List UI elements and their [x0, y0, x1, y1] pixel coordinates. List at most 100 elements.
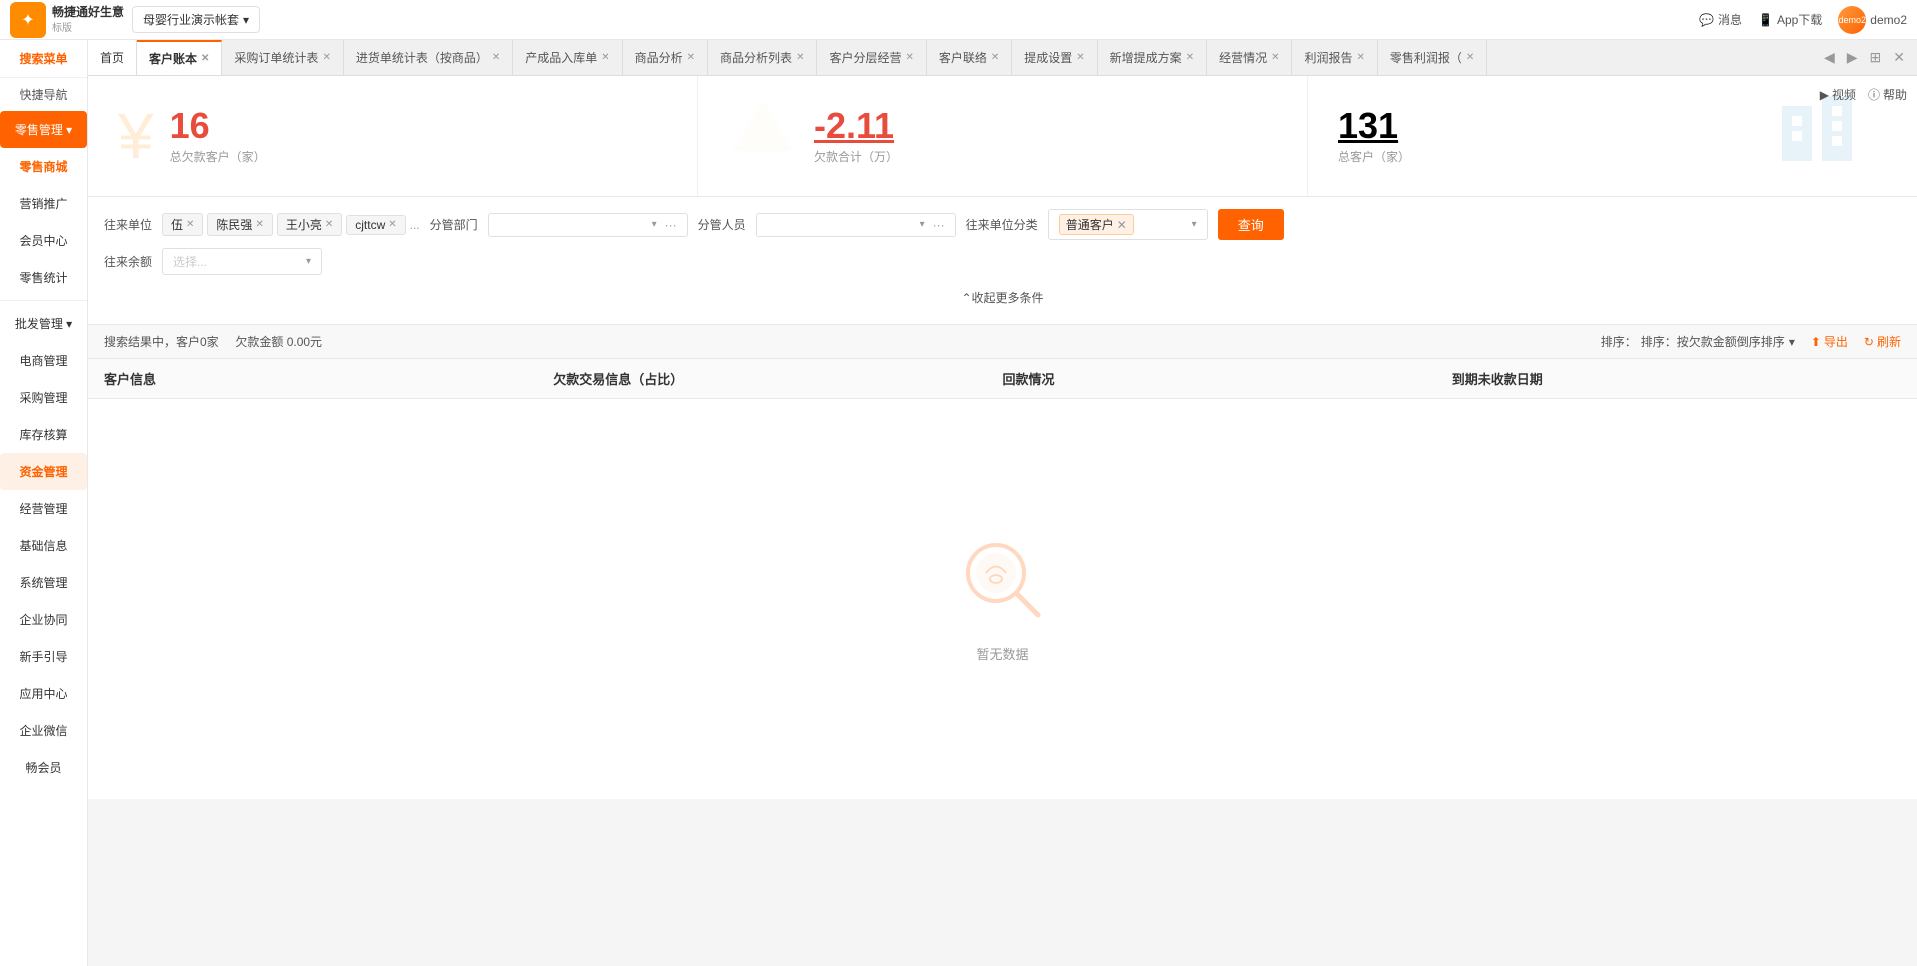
logo-sub: 标版 [52, 19, 124, 34]
tab-new-commission[interactable]: 新增提成方案 ✕ [1098, 40, 1207, 76]
avatar: demo2 [1838, 6, 1866, 34]
tab-customer-layering[interactable]: 客户分层经营 ✕ [817, 40, 926, 76]
sidebar-quick-nav[interactable]: 快捷导航 [0, 78, 87, 111]
stat-info-3: 131 总客户（家） [1338, 108, 1410, 165]
tab-home-label: 首页 [100, 49, 124, 66]
message-btn[interactable]: 💬 消息 [1699, 11, 1742, 28]
filter-tag-wang[interactable]: 王小亮 ✕ [277, 213, 342, 236]
tab-profit-close[interactable]: ✕ [1357, 52, 1365, 63]
stats-row: ¥ 16 总欠款客户（家） -2.11 [88, 76, 1917, 197]
dept-arrow-icon: ▾ [652, 219, 657, 230]
tab-retail-profit-close[interactable]: ✕ [1466, 52, 1474, 63]
tab-customer-contact[interactable]: 客户联络 ✕ [927, 40, 1012, 76]
tab-nav-close-all[interactable]: ✕ [1889, 47, 1909, 68]
tab-product-analysis-close[interactable]: ✕ [687, 52, 695, 63]
sort-selector[interactable]: 排序： 排序：按欠款金额倒序排序 ▾ [1601, 333, 1795, 350]
filter-select-dept[interactable]: ▾ ··· [488, 213, 688, 237]
filter-select-person[interactable]: ▾ ··· [756, 213, 956, 237]
video-btn[interactable]: ▶ 视频 [1820, 86, 1856, 103]
sidebar-item-member-plus[interactable]: 畅会员 [0, 749, 87, 786]
filter-input-classification: 普通客户 ✕ ▾ [1048, 209, 1208, 240]
results-right: 排序： 排序：按欠款金额倒序排序 ▾ ⬆ 导出 ↻ 刷新 [1601, 333, 1901, 350]
tab-product-analysis-list[interactable]: 商品分析列表 ✕ [708, 40, 817, 76]
sidebar-item-purchase[interactable]: 采购管理 [0, 379, 87, 416]
dept-more-icon[interactable]: ··· [665, 218, 677, 232]
sidebar-item-wholesale[interactable]: 批发管理 ▾ [0, 305, 87, 342]
tab-nav-next[interactable]: ▶ [1843, 47, 1862, 68]
tab-business-close[interactable]: ✕ [1271, 52, 1279, 63]
app-download-btn[interactable]: 📱 App下载 [1758, 11, 1822, 28]
stat-card-overdue-amount: -2.11 欠款合计（万） [698, 76, 1308, 196]
tab-customer-contact-close[interactable]: ✕ [991, 52, 999, 63]
store-selector[interactable]: 母婴行业演示帐套 ▾ [132, 6, 260, 33]
tab-nav-expand[interactable]: ⊞ [1866, 47, 1886, 68]
tab-new-commission-close[interactable]: ✕ [1186, 52, 1194, 63]
refresh-button[interactable]: ↻ 刷新 [1864, 333, 1901, 350]
logo-text: 畅捷通好生意 [52, 5, 124, 19]
tab-retail-profit[interactable]: 零售利润报（ ✕ [1378, 40, 1487, 76]
tag-cjttcw-close[interactable]: ✕ [388, 219, 396, 230]
collapse-filters-btn[interactable]: ⌃ 收起更多条件 [104, 283, 1901, 312]
query-button[interactable]: 查询 [1218, 209, 1284, 240]
filter-select-balance[interactable]: 选择... ▾ [162, 248, 322, 275]
filter-row-2: 往来余额 选择... ▾ [104, 248, 1901, 275]
tab-product-analysis[interactable]: 商品分析 ✕ [623, 40, 708, 76]
stat-value-3: 131 [1338, 108, 1410, 144]
tab-product-inbound[interactable]: 产成品入库单 ✕ [513, 40, 622, 76]
tab-product-analysis-list-close[interactable]: ✕ [796, 52, 804, 63]
tag-chen-close[interactable]: ✕ [255, 219, 263, 230]
tag-wu-close[interactable]: ✕ [186, 219, 194, 230]
filter-tag-cjttcw[interactable]: cjttcw ✕ [346, 215, 405, 235]
tab-commission-settings[interactable]: 提成设置 ✕ [1012, 40, 1097, 76]
filter-label-person: 分管人员 [698, 216, 746, 233]
col-repayment: 回款情况 [1003, 369, 1452, 388]
sidebar-item-enterprise-collab[interactable]: 企业协同 [0, 601, 87, 638]
tag-wang-close[interactable]: ✕ [325, 219, 333, 230]
table-header: 客户信息 欠款交易信息（占比） 回款情况 到期未收款日期 [88, 359, 1917, 399]
tab-customer-layering-close[interactable]: ✕ [905, 52, 913, 63]
sidebar-item-marketing[interactable]: 营销推广 [0, 185, 87, 222]
page-content: ¥ 16 总欠款客户（家） -2.11 [88, 76, 1917, 966]
tab-customer-ledger[interactable]: 客户账本 ✕ [137, 40, 222, 76]
filter-tag-wu[interactable]: 伍 ✕ [162, 213, 203, 236]
filter-more-units[interactable]: ... [410, 218, 420, 232]
tab-nav-prev[interactable]: ◀ [1820, 47, 1839, 68]
sidebar-item-retail-mgmt[interactable]: 零售管理 ▾ [0, 111, 87, 148]
tab-customer-ledger-close[interactable]: ✕ [201, 53, 209, 64]
filter-label-balance: 往来余额 [104, 253, 152, 270]
tab-business-status[interactable]: 经营情况 ✕ [1207, 40, 1292, 76]
classification-tag[interactable]: 普通客户 ✕ [1059, 214, 1134, 235]
classification-tag-close[interactable]: ✕ [1117, 218, 1127, 232]
export-button[interactable]: ⬆ 导出 [1811, 333, 1848, 350]
stat-card-total-customers: 131 总客户（家） ▶ 视频 ⓘ 帮助 [1308, 76, 1917, 196]
sidebar-item-inventory[interactable]: 库存核算 [0, 416, 87, 453]
sidebar-item-operations[interactable]: 经营管理 [0, 490, 87, 527]
sidebar-search[interactable]: 搜索菜单 [0, 40, 87, 78]
sidebar-item-basic-info[interactable]: 基础信息 [0, 527, 87, 564]
filter-tag-chen[interactable]: 陈民强 ✕ [207, 213, 272, 236]
top-bar-left: ✦ 畅捷通好生意 标版 母婴行业演示帐套 ▾ [10, 2, 260, 38]
tab-purchase-order-stats[interactable]: 采购订单统计表 ✕ [222, 40, 343, 76]
tab-home[interactable]: 首页 [88, 40, 137, 76]
tab-inbound-close[interactable]: ✕ [492, 52, 500, 63]
tab-profit-report[interactable]: 利润报告 ✕ [1292, 40, 1377, 76]
sidebar-item-retail-stats[interactable]: 零售统计 [0, 259, 87, 296]
collapse-label: 收起更多条件 [972, 289, 1044, 306]
person-more-icon[interactable]: ··· [933, 218, 945, 232]
tab-inbound-stats[interactable]: 进货单统计表（按商品） ✕ [344, 40, 513, 76]
sidebar-item-enterprise-wechat[interactable]: 企业微信 [0, 712, 87, 749]
tab-commission-settings-close[interactable]: ✕ [1076, 52, 1084, 63]
help-btn[interactable]: ⓘ 帮助 [1868, 86, 1907, 103]
tab-product-close[interactable]: ✕ [601, 52, 609, 63]
user-avatar-btn[interactable]: demo2 demo2 [1838, 6, 1907, 34]
sidebar-item-finance[interactable]: 资金管理 [0, 453, 87, 490]
collapse-icon: ⌃ [961, 291, 971, 305]
sidebar-item-app-center[interactable]: 应用中心 [0, 675, 87, 712]
sidebar-item-new-guide[interactable]: 新手引导 [0, 638, 87, 675]
sidebar-item-retail-mall[interactable]: 零售商城 [0, 148, 87, 185]
filter-select-classification[interactable]: 普通客户 ✕ ▾ [1048, 209, 1208, 240]
sidebar-item-ecommerce[interactable]: 电商管理 [0, 342, 87, 379]
sidebar-item-system-mgmt[interactable]: 系统管理 [0, 564, 87, 601]
sidebar-item-member-center[interactable]: 会员中心 [0, 222, 87, 259]
tab-purchase-close[interactable]: ✕ [322, 52, 330, 63]
